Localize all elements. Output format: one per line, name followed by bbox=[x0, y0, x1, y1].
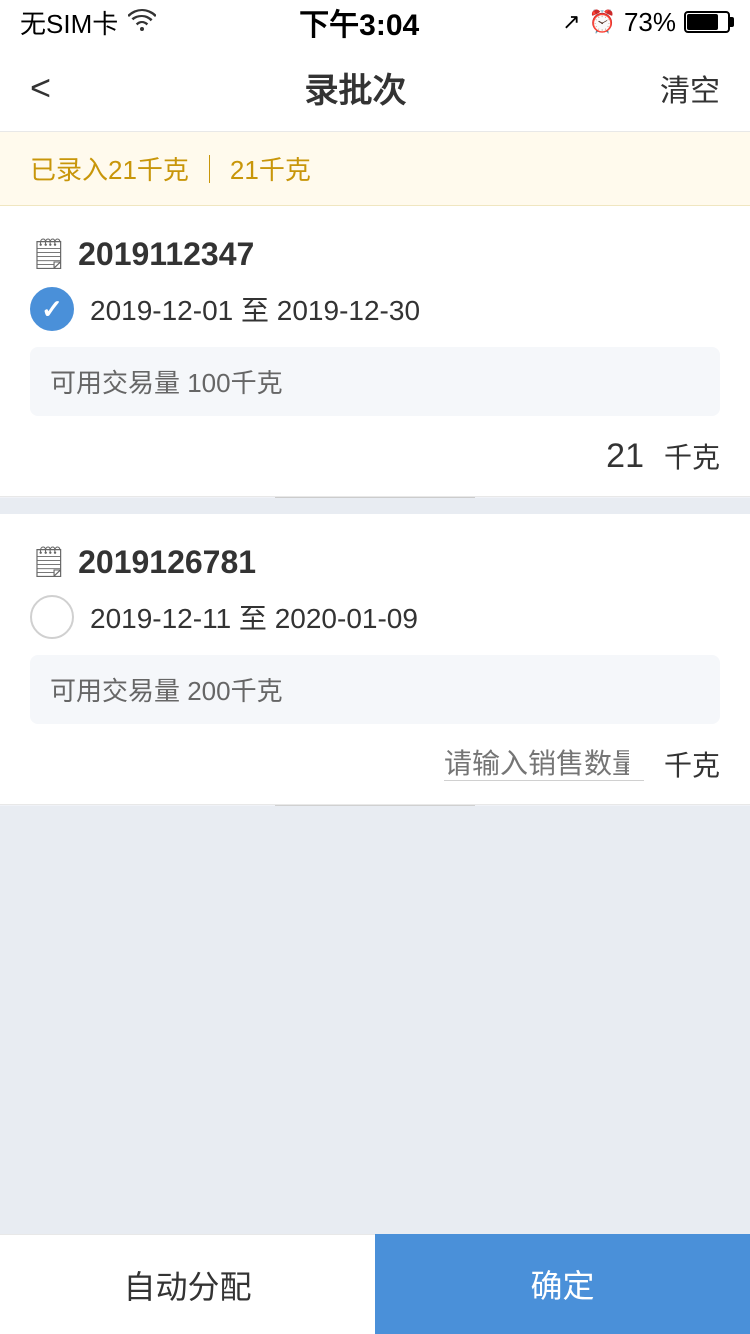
summary-divider bbox=[209, 155, 210, 183]
clear-button[interactable]: 清空 bbox=[660, 66, 720, 110]
bottom-bar: 自动分配 确定 bbox=[0, 1234, 750, 1334]
nav-bar: < 录批次 清空 bbox=[0, 44, 750, 132]
batch-2-quantity-input[interactable] bbox=[444, 748, 644, 781]
batch-1-id: 2019112347 bbox=[78, 236, 254, 273]
status-bar: 无SIM卡 下午3:04 ↗ ⏰ 73% bbox=[0, 0, 750, 44]
batch-1-quantity-value: 21 bbox=[606, 437, 644, 476]
battery-icon bbox=[684, 11, 730, 33]
batch-2-radio[interactable] bbox=[30, 595, 74, 639]
page-title: 录批次 bbox=[305, 63, 407, 112]
status-time: 下午3:04 bbox=[299, 0, 419, 44]
batch-2-icon: 🗒 bbox=[30, 545, 68, 580]
batch-2-date-row: 2019-12-11 至 2020-01-09 bbox=[30, 595, 720, 639]
battery-percent: 73% bbox=[624, 7, 676, 38]
summary-value: 21千克 bbox=[230, 150, 311, 187]
alarm-icon: ⏰ bbox=[589, 9, 616, 35]
empty-area bbox=[0, 806, 750, 1306]
batch-2-unit: 千克 bbox=[664, 744, 720, 784]
batch-1-date: 2019-12-01 至 2019-12-30 bbox=[90, 289, 420, 329]
batch-item-1: 🗒 2019112347 2019-12-01 至 2019-12-30 可用交… bbox=[0, 206, 750, 416]
status-right: ↗ ⏰ 73% bbox=[562, 7, 730, 38]
location-arrow-icon: ↗ bbox=[562, 9, 580, 35]
batch-2-date: 2019-12-11 至 2020-01-09 bbox=[90, 597, 418, 637]
status-left: 无SIM卡 bbox=[20, 4, 156, 41]
carrier-text: 无SIM卡 bbox=[20, 4, 118, 41]
confirm-button[interactable]: 确定 bbox=[375, 1234, 750, 1334]
batch-1-header: 🗒 2019112347 bbox=[30, 236, 720, 273]
summary-label: 已录入21千克 bbox=[30, 150, 189, 187]
wifi-icon bbox=[128, 7, 156, 38]
batch-2-id: 2019126781 bbox=[78, 544, 256, 581]
batch-1-date-row: 2019-12-01 至 2019-12-30 bbox=[30, 287, 720, 331]
batch-1-unit: 千克 bbox=[664, 436, 720, 476]
batch-1-icon: 🗒 bbox=[30, 237, 68, 272]
batch-item-2: 🗒 2019126781 2019-12-11 至 2020-01-09 可用交… bbox=[0, 514, 750, 724]
summary-bar: 已录入21千克 21千克 bbox=[0, 132, 750, 206]
back-button[interactable]: < bbox=[30, 67, 51, 109]
batch-2-header: 🗒 2019126781 bbox=[30, 544, 720, 581]
batch-1-available: 可用交易量 100千克 bbox=[30, 347, 720, 416]
section-divider bbox=[0, 498, 750, 514]
batch-2-available: 可用交易量 200千克 bbox=[30, 655, 720, 724]
batch-2-input-row: 千克 bbox=[0, 724, 750, 805]
auto-distribute-button[interactable]: 自动分配 bbox=[0, 1234, 375, 1334]
batch-1-radio[interactable] bbox=[30, 287, 74, 331]
batch-1-quantity-row: 21 千克 bbox=[0, 416, 750, 497]
